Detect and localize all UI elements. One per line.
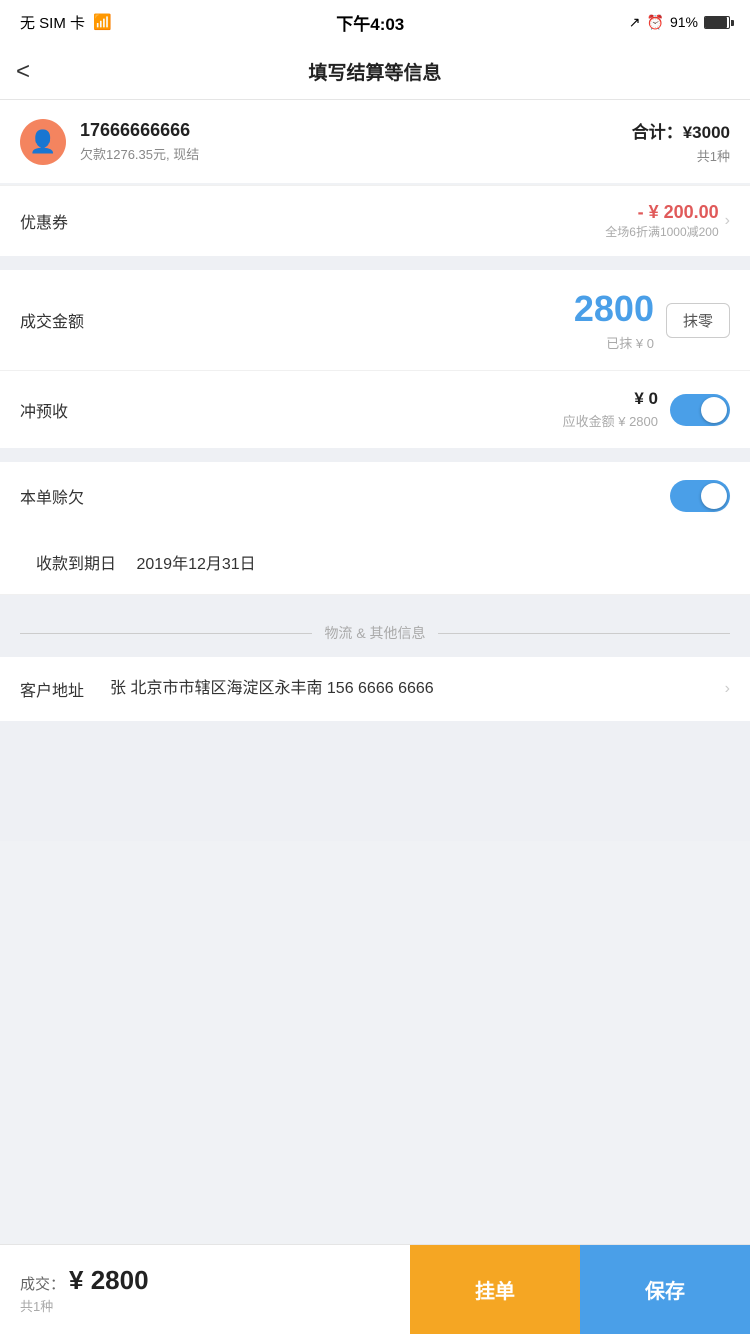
- page-title: 填写结算等信息: [308, 58, 441, 85]
- user-card: 👤 17666666666 欠款1276.35元, 现结 合计：¥3000 共1…: [0, 100, 750, 183]
- due-date-row: 收款到期日 2019年12月31日: [0, 530, 750, 595]
- debt-section: 本单赊欠: [0, 462, 750, 530]
- due-date-label: 收款到期日: [36, 556, 116, 573]
- advance-desc: 应收金额 ¥ 2800: [563, 411, 658, 430]
- transaction-amount-value: 2800: [574, 288, 654, 330]
- nav-bar: < 填写结算等信息: [0, 44, 750, 100]
- round-button[interactable]: 抹零: [666, 303, 730, 338]
- transaction-right: 2800 已抹 ¥ 0 抹零: [574, 288, 730, 352]
- location-icon: ↗: [629, 14, 641, 31]
- back-button[interactable]: <: [16, 58, 30, 86]
- coupon-amount: - ¥ 200.00: [605, 202, 718, 223]
- advance-row: 冲预收 ¥ 0 应收金额 ¥ 2800: [0, 371, 750, 448]
- footer-deal-label: 成交：: [20, 1273, 65, 1294]
- logistics-section-header: 物流 & 其他信息: [0, 609, 750, 657]
- main-content: 👤 17666666666 欠款1276.35元, 现结 合计：¥3000 共1…: [0, 100, 750, 841]
- advance-label: 冲预收: [20, 398, 68, 422]
- transaction-amount-row: 成交金额 2800 已抹 ¥ 0 抹零: [0, 270, 750, 371]
- user-left: 👤 17666666666 欠款1276.35元, 现结: [20, 119, 199, 165]
- battery-percent: 91%: [670, 14, 698, 30]
- coupon-right: - ¥ 200.00 全场6折满1000减200 ›: [605, 202, 730, 240]
- avatar-icon: 👤: [29, 129, 56, 155]
- status-right: ↗ ⏰ 91%: [629, 14, 730, 31]
- user-subtext: 欠款1276.35元, 现结: [80, 144, 199, 163]
- user-total: 合计：¥3000 共1种: [632, 118, 730, 165]
- address-content: 张 北京市市辖区海淀区永丰南 156 6666 6666: [110, 677, 725, 701]
- user-info: 17666666666 欠款1276.35元, 现结: [80, 120, 199, 163]
- carrier-text: 无 SIM 卡: [20, 12, 85, 33]
- address-row[interactable]: 客户地址 张 北京市市辖区海淀区永丰南 156 6666 6666 ›: [0, 657, 750, 721]
- divider-1: [0, 256, 750, 270]
- save-button[interactable]: 保存: [580, 1245, 750, 1334]
- footer: 成交： ¥ 2800 共1种 挂单 保存: [0, 1244, 750, 1334]
- debt-label: 本单赊欠: [20, 484, 84, 508]
- debt-toggle[interactable]: [670, 480, 730, 512]
- section-header-text: 物流 & 其他信息: [324, 623, 425, 643]
- divider-3: [0, 595, 750, 609]
- debt-row: 本单赊欠: [0, 462, 750, 530]
- coupon-row[interactable]: 优惠券 - ¥ 200.00 全场6折满1000减200 ›: [0, 185, 750, 256]
- coupon-chevron-icon: ›: [725, 212, 730, 230]
- hold-button[interactable]: 挂单: [410, 1245, 580, 1334]
- due-date-content: 收款到期日 2019年12月31日: [20, 550, 730, 574]
- alarm-icon: ⏰: [647, 14, 664, 31]
- transaction-section: 成交金额 2800 已抹 ¥ 0 抹零 冲预收 ¥ 0 应收金额 ¥ 2800: [0, 270, 750, 448]
- advance-info: ¥ 0 应收金额 ¥ 2800: [563, 389, 658, 430]
- bottom-spacer: [0, 721, 750, 841]
- transaction-sub: 已抹 ¥ 0: [574, 333, 654, 352]
- section-header-line: 物流 & 其他信息: [20, 623, 730, 643]
- total-label: 合计：¥3000: [632, 118, 730, 143]
- coupon-desc: 全场6折满1000减200: [605, 223, 718, 240]
- advance-toggle[interactable]: [670, 394, 730, 426]
- status-left: 无 SIM 卡 📶: [20, 12, 112, 33]
- coupon-label: 优惠券: [20, 209, 68, 233]
- footer-amount: ¥ 2800: [69, 1265, 149, 1296]
- wifi-icon: 📶: [93, 13, 112, 31]
- debt-right: [670, 480, 730, 512]
- status-bar: 无 SIM 卡 📶 下午4:03 ↗ ⏰ 91%: [0, 0, 750, 44]
- footer-count: 共1种: [20, 1296, 390, 1315]
- footer-info: 成交： ¥ 2800 共1种: [0, 1265, 410, 1315]
- user-phone: 17666666666: [80, 120, 199, 141]
- transaction-label: 成交金额: [20, 308, 84, 332]
- avatar: 👤: [20, 119, 66, 165]
- divider-2: [0, 448, 750, 462]
- due-date-value: 2019年12月31日: [136, 556, 255, 573]
- address-chevron-icon: ›: [725, 680, 730, 698]
- advance-right: ¥ 0 应收金额 ¥ 2800: [563, 389, 730, 430]
- advance-amount: ¥ 0: [634, 389, 658, 409]
- address-label: 客户地址: [20, 677, 90, 701]
- battery-icon: [704, 16, 730, 29]
- battery-fill: [705, 17, 727, 28]
- status-time: 下午4:03: [336, 10, 404, 35]
- count-label: 共1种: [632, 146, 730, 165]
